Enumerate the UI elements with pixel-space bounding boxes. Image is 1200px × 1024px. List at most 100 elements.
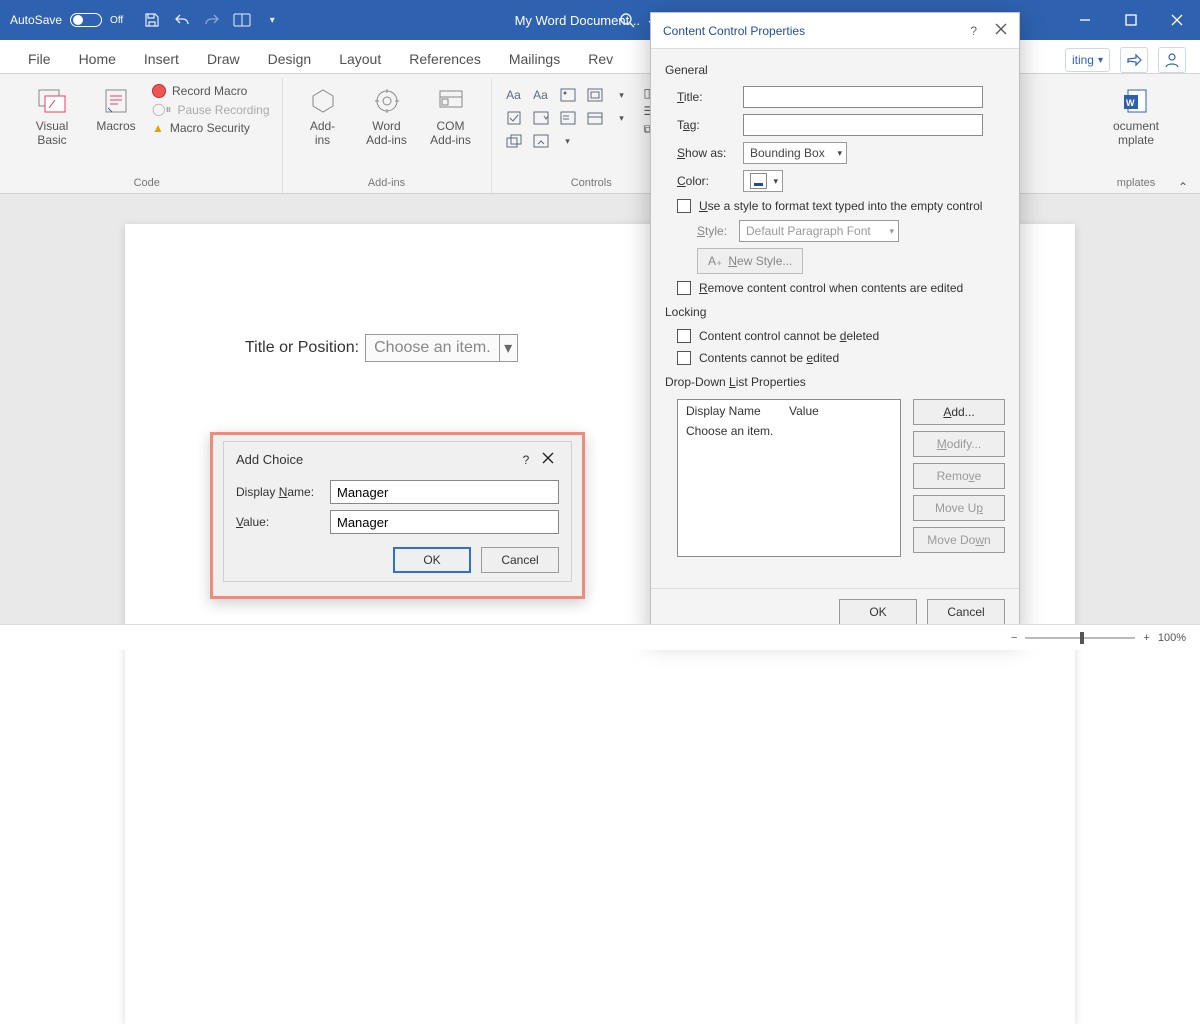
combo-control-icon[interactable] (531, 109, 551, 127)
rich-text-control-icon[interactable]: Aa (504, 86, 524, 104)
document-template-button[interactable]: W ocument mplate (1096, 80, 1176, 148)
showas-select[interactable]: Bounding Box ▾ (743, 142, 847, 164)
document-template-icon: W (1119, 84, 1153, 118)
dropdown-control-icon[interactable] (558, 109, 578, 127)
group-label-addins: Add-ins (368, 173, 405, 193)
cancel-button[interactable]: Cancel (481, 547, 559, 573)
content-control-properties-dialog: Content Control Properties ? General Tit… (650, 12, 1020, 636)
ccp-ok-button[interactable]: OK (839, 599, 917, 625)
autosave-toggle[interactable]: AutoSave Off (10, 13, 123, 27)
close-button[interactable] (1154, 0, 1200, 40)
value-label: Value: (236, 515, 322, 529)
plain-text-control-icon[interactable]: Aa (531, 86, 551, 104)
undo-icon[interactable] (173, 11, 191, 29)
visual-basic-button[interactable]: Visual Basic (24, 80, 80, 148)
word-addins-button[interactable]: Word Add-ins (359, 80, 415, 148)
macros-button[interactable]: Macros (88, 80, 144, 134)
addins-icon (306, 84, 340, 118)
ribbon-tabs: File Home Insert Draw Design Layout Refe… (0, 40, 1200, 74)
chevron-down-icon[interactable]: ▾ (499, 335, 517, 361)
pause-icon: ◯⏸ (152, 102, 171, 117)
close-icon[interactable] (537, 452, 559, 467)
checkbox-control-icon[interactable] (504, 109, 524, 127)
tab-review[interactable]: Rev (574, 43, 627, 73)
chevron-down-icon: ▾ (773, 176, 778, 187)
ccp-titlebar[interactable]: Content Control Properties ? (651, 13, 1019, 49)
legacy-tools-chevron[interactable] (558, 132, 578, 150)
tab-design[interactable]: Design (254, 43, 326, 73)
add-choice-dialog: Add Choice ? Display Name: Value: OK Can… (210, 432, 585, 599)
add-button[interactable]: Add... (913, 399, 1005, 425)
legacy-tools-icon[interactable] (531, 132, 551, 150)
help-button[interactable]: ? (970, 24, 977, 38)
record-macro-button[interactable]: Record Macro (152, 84, 270, 98)
picture-control-icon[interactable] (558, 86, 578, 104)
zoom-slider[interactable] (1025, 637, 1135, 639)
color-picker[interactable]: ▾ (743, 170, 783, 192)
editing-mode-button[interactable]: iting ▾ (1065, 48, 1110, 72)
tag-input[interactable] (743, 114, 983, 136)
visual-basic-icon (35, 84, 69, 118)
cannot-edit-label: Contents cannot be edited (699, 351, 839, 365)
cannot-edit-checkbox[interactable] (677, 351, 691, 365)
building-block-control-icon[interactable] (585, 86, 605, 104)
share-button[interactable] (1120, 47, 1148, 73)
ok-button[interactable]: OK (393, 547, 471, 573)
zoom-level[interactable]: 100% (1158, 632, 1186, 644)
group-label-controls: Controls (571, 173, 612, 193)
tab-references[interactable]: References (395, 43, 495, 73)
more-icon[interactable]: ▾ (263, 11, 281, 29)
repeating-control-icon[interactable] (504, 132, 524, 150)
com-addins-button[interactable]: COM Add-ins (423, 80, 479, 148)
title-input[interactable] (743, 86, 983, 108)
use-style-label: Use a style to format text typed into th… (699, 199, 982, 213)
help-button[interactable]: ? (515, 453, 537, 467)
addins-button[interactable]: Add- ins (295, 80, 351, 148)
ccp-cancel-button[interactable]: Cancel (927, 599, 1005, 625)
tab-file[interactable]: File (14, 43, 65, 73)
col-value: Value (789, 404, 892, 418)
redo-icon[interactable] (203, 11, 221, 29)
section-ddl: Drop-Down List Properties (665, 375, 1005, 389)
title-position-combo[interactable]: Choose an item. ▾ (365, 334, 518, 362)
tag-label: Tag: (677, 118, 735, 132)
account-button[interactable] (1158, 47, 1186, 73)
field-label: Title or Position: (245, 339, 359, 357)
control-chevron-1[interactable] (612, 86, 632, 104)
tab-insert[interactable]: Insert (130, 43, 193, 73)
word-addins-icon (370, 84, 404, 118)
pause-recording-button: ◯⏸ Pause Recording (152, 102, 270, 117)
date-control-icon[interactable] (585, 109, 605, 127)
maximize-button[interactable] (1108, 0, 1154, 40)
movedown-button: Move Down (913, 527, 1005, 553)
save-icon[interactable] (143, 11, 161, 29)
use-style-checkbox[interactable] (677, 199, 691, 213)
reading-view-icon[interactable] (233, 11, 251, 29)
group-label-code: Code (134, 173, 160, 193)
tab-mailings[interactable]: Mailings (495, 43, 574, 73)
value-input[interactable] (330, 510, 559, 534)
modify-button: Modify... (913, 431, 1005, 457)
style-select: Default Paragraph Font ▾ (739, 220, 899, 242)
zoom-out-button[interactable]: − (1011, 632, 1017, 644)
dropdown-list[interactable]: Display Name Value Choose an item. (677, 399, 901, 557)
tab-home[interactable]: Home (65, 43, 130, 73)
ribbon-group-code: Visual Basic Macros Record Macro ◯⏸ Paus… (12, 78, 283, 193)
minimize-button[interactable] (1062, 0, 1108, 40)
tab-layout[interactable]: Layout (325, 43, 395, 73)
macro-security-button[interactable]: ▲ Macro Security (152, 121, 270, 135)
control-chevron-2[interactable] (612, 109, 632, 127)
style-label: Style: (697, 224, 731, 238)
search-icon[interactable] (618, 11, 636, 29)
collapse-ribbon-icon[interactable]: ⌃ (1178, 180, 1188, 194)
close-icon[interactable] (995, 23, 1007, 38)
remove-on-edit-checkbox[interactable] (677, 281, 691, 295)
showas-label: Show as: (677, 146, 735, 160)
display-name-input[interactable] (330, 480, 559, 504)
window-controls (1062, 0, 1200, 40)
zoom-in-button[interactable]: + (1143, 632, 1149, 644)
tab-draw[interactable]: Draw (193, 43, 254, 73)
list-item[interactable]: Choose an item. (678, 422, 900, 440)
cannot-delete-checkbox[interactable] (677, 329, 691, 343)
color-swatch-icon (750, 173, 767, 189)
